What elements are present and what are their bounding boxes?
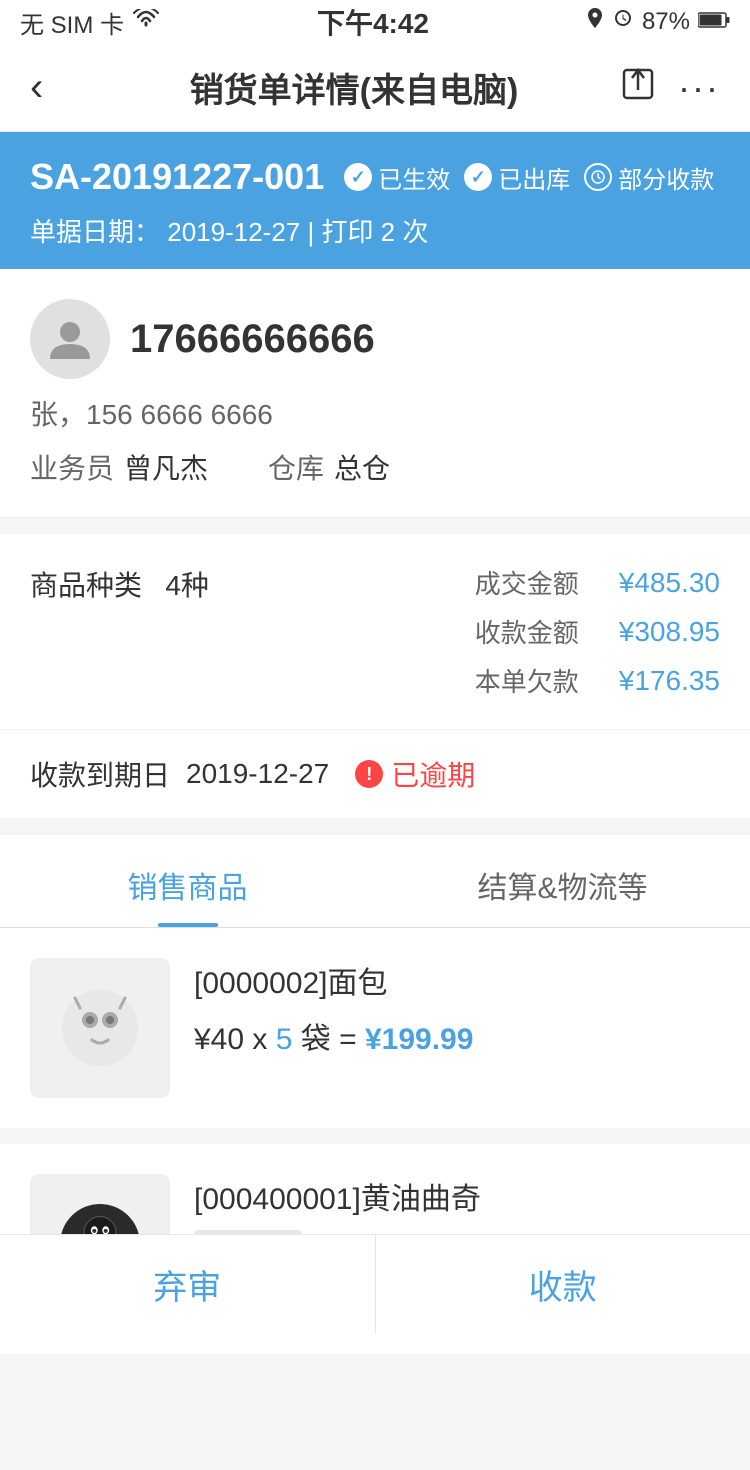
customer-section: 17666666666 张，156 6666 6666 业务员 曾凡杰 仓库 总… (0, 269, 750, 518)
product-image-1 (30, 958, 170, 1098)
due-date-label: 收款到期日 (30, 754, 170, 794)
warehouse-label: 仓库 (268, 447, 324, 487)
order-banner: SA-20191227-001 ✓ 已生效 ✓ 已出库 (0, 132, 750, 269)
product-total-1: ¥199.99 (365, 1023, 473, 1056)
status-partial-label: 部分收款 (618, 160, 714, 195)
stats-section: 商品种类 4种 成交金额 ¥485.30 收款金额 ¥308.95 本单欠款 ¥… (0, 534, 750, 730)
carrier-label: 无 SIM 卡 (20, 5, 124, 40)
salesperson-meta: 业务员 曾凡杰 (30, 447, 208, 487)
divider-1 (0, 518, 750, 534)
due-date-value: 2019-12-27 (186, 758, 329, 790)
owed-label: 本单欠款 (475, 662, 579, 699)
product-name-1: [0000002]面包 (194, 958, 720, 1002)
due-section: 收款到期日 2019-12-27 ! 已逾期 (0, 730, 750, 819)
received-row: 收款金额 ¥308.95 (475, 613, 720, 650)
warehouse-value: 总仓 (334, 447, 390, 487)
price-multiply-1: x (252, 1023, 275, 1056)
status-time: 下午4:42 (317, 2, 429, 42)
tabs-container: 销售商品 结算&物流等 (0, 835, 750, 928)
order-id: SA-20191227-001 (30, 156, 324, 198)
tab-products[interactable]: 销售商品 (0, 835, 375, 927)
location-icon (586, 8, 604, 37)
product-name-2: [000400001]黄油曲奇 (194, 1174, 720, 1218)
received-value: ¥308.95 (619, 616, 720, 648)
battery-icon (698, 8, 730, 36)
nav-actions: ··· (618, 64, 720, 111)
warehouse-meta: 仓库 总仓 (268, 447, 390, 487)
tab-settlement[interactable]: 结算&物流等 (375, 835, 750, 927)
amount-value: ¥485.30 (619, 567, 720, 599)
salesperson-label: 业务员 (30, 447, 114, 487)
battery-text: 87% (642, 8, 690, 36)
product-types-value: 4种 (165, 570, 209, 601)
share-icon[interactable] (618, 64, 658, 111)
status-left: 无 SIM 卡 (20, 5, 160, 40)
overdue-text: 已逾期 (391, 754, 475, 794)
price-equals-1: = (339, 1023, 365, 1056)
status-right: 87% (586, 8, 730, 37)
collect-payment-button[interactable]: 收款 (376, 1235, 750, 1334)
print-info: | 打印 2 次 (307, 217, 428, 247)
owed-value: ¥176.35 (619, 665, 720, 697)
check-icon-1: ✓ (344, 163, 372, 191)
date-value: 2019-12-27 (167, 217, 300, 247)
check-icon-2: ✓ (464, 163, 492, 191)
customer-name: 张，156 6666 6666 (30, 393, 720, 433)
nav-bar: ‹ 销货单详情(来自电脑) ··· (0, 44, 750, 132)
status-tag-shipped: ✓ 已出库 (464, 160, 570, 195)
status-bar: 无 SIM 卡 下午4:42 87% (0, 0, 750, 44)
price-base-1: ¥40 (194, 1023, 244, 1056)
back-button[interactable]: ‹ (30, 65, 90, 110)
customer-phone: 17666666666 (130, 317, 375, 362)
amount-label: 成交金额 (475, 564, 579, 601)
status-shipped-label: 已出库 (498, 160, 570, 195)
overdue-badge: ! 已逾期 (355, 754, 475, 794)
status-tags: ✓ 已生效 ✓ 已出库 部分收款 (344, 160, 714, 195)
status-tag-effective: ✓ 已生效 (344, 160, 450, 195)
product-qty-1: 5 (276, 1023, 293, 1056)
wifi-icon (132, 8, 160, 36)
owed-row: 本单欠款 ¥176.35 (475, 662, 720, 699)
product-price-1: ¥40 x 5 袋 = ¥199.99 (194, 1014, 720, 1058)
overdue-icon: ! (355, 760, 383, 788)
bottom-bar: 弃审 收款 (0, 1234, 750, 1334)
product-types-label: 商品种类 (30, 570, 142, 601)
alarm-icon (612, 8, 634, 37)
tabs: 销售商品 结算&物流等 (0, 835, 750, 927)
date-label: 单据日期： (30, 217, 160, 247)
order-date: 单据日期： 2019-12-27 | 打印 2 次 (30, 212, 720, 249)
amount-row: 成交金额 ¥485.30 (475, 564, 720, 601)
received-label: 收款金额 (475, 613, 579, 650)
salesperson-value: 曾凡杰 (124, 447, 208, 487)
product-item-1: [0000002]面包 ¥40 x 5 袋 = ¥199.99 (0, 928, 750, 1128)
page-title: 销货单详情(来自电脑) (90, 63, 618, 112)
stats-right: 成交金额 ¥485.30 收款金额 ¥308.95 本单欠款 ¥176.35 (475, 564, 720, 699)
more-icon[interactable]: ··· (678, 67, 720, 109)
clock-icon (584, 163, 612, 191)
avatar (30, 299, 110, 379)
product-info-1: [0000002]面包 ¥40 x 5 袋 = ¥199.99 (194, 958, 720, 1058)
status-tag-partial: 部分收款 (584, 160, 714, 195)
customer-meta: 业务员 曾凡杰 仓库 总仓 (30, 447, 720, 487)
product-types: 商品种类 4种 (30, 564, 209, 604)
status-effective-label: 已生效 (378, 160, 450, 195)
cancel-review-button[interactable]: 弃审 (0, 1235, 376, 1334)
product-unit-1: 袋 (301, 1023, 331, 1056)
